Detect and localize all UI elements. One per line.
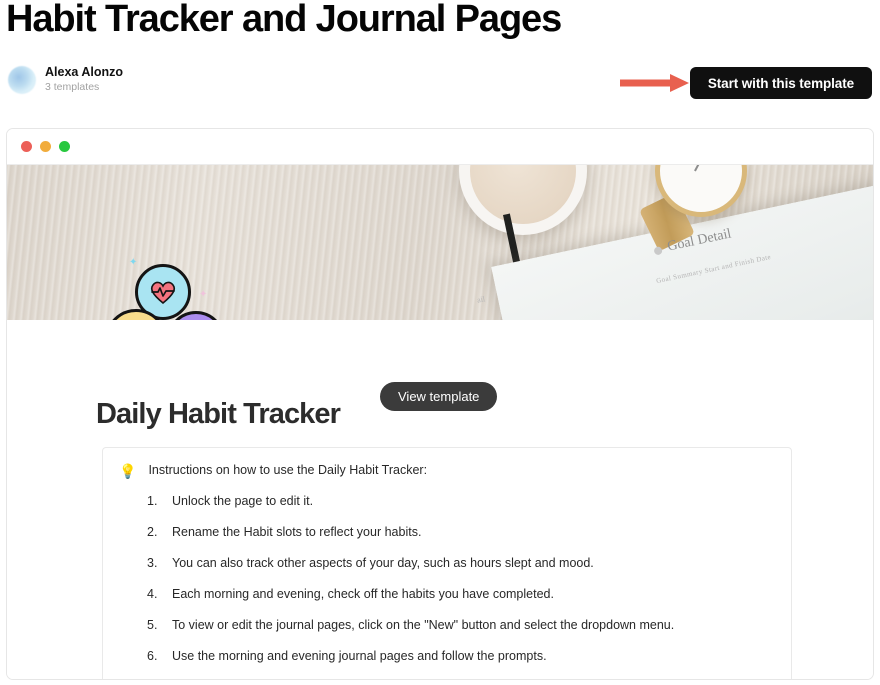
step-number: 2. [147, 524, 158, 539]
user-avatar [8, 66, 36, 94]
document-title: Daily Habit Tracker [96, 398, 341, 430]
author-meta: Alexa Alonzo 3 templates [45, 66, 123, 93]
step-text: Use the morning and evening journal page… [172, 648, 547, 663]
step-text: Rename the Habit slots to reflect your h… [172, 524, 422, 539]
author-template-count: 3 templates [45, 81, 100, 94]
list-item: 2. Rename the Habit slots to reflect you… [119, 525, 773, 539]
start-with-template-button[interactable]: Start with this template [689, 67, 872, 99]
view-template-button[interactable]: View template [380, 382, 498, 411]
instructions-callout: 💡 Instructions on how to use the Daily H… [102, 447, 792, 679]
template-document-body: View template Daily Habit Tracker 💡 Inst… [7, 320, 873, 679]
maximize-dot[interactable] [59, 141, 70, 152]
notebook-edge-text: ail [476, 294, 486, 305]
step-text: To view or edit the journal pages, click… [172, 617, 675, 632]
author-name: Alexa Alonzo [45, 65, 124, 80]
lightbulb-icon: 💡 [119, 463, 137, 479]
callout-header: 💡 Instructions on how to use the Daily H… [119, 463, 773, 480]
sparkle-decoration: ✦ [129, 257, 138, 268]
minimize-dot[interactable] [40, 141, 51, 152]
step-number: 3. [147, 555, 158, 570]
list-item: 5. To view or edit the journal pages, cl… [119, 618, 773, 632]
step-text: You can also track other aspects of your… [172, 555, 594, 570]
list-item: 1. Unlock the page to edit it. [119, 494, 773, 508]
red-arrow-pointer [620, 74, 689, 92]
hero-image: Goal Detail Goal Summary Start and Finis… [7, 165, 873, 320]
page-title: Habit Tracker and Journal Pages [6, 0, 562, 40]
step-number: 5. [147, 617, 158, 632]
callout-intro-text: Instructions on how to use the Daily Hab… [148, 463, 428, 477]
step-number: 4. [147, 586, 158, 601]
close-dot[interactable] [21, 141, 32, 152]
browser-titlebar [7, 129, 873, 165]
browser-preview-card: Goal Detail Goal Summary Start and Finis… [6, 128, 874, 680]
step-number: 1. [147, 493, 158, 508]
author-row[interactable]: Alexa Alonzo 3 templates [8, 66, 123, 94]
step-text: Each morning and evening, check off the … [172, 586, 554, 601]
step-number: 6. [147, 648, 158, 663]
list-item: 3. You can also track other aspects of y… [119, 556, 773, 570]
instruction-step-list: 1. Unlock the page to edit it. 2. Rename… [119, 494, 773, 679]
list-item: 4. Each morning and evening, check off t… [119, 587, 773, 601]
sparkle-decoration: ✦ [199, 289, 208, 300]
list-item: 6. Use the morning and evening journal p… [119, 649, 773, 663]
step-text: Unlock the page to edit it. [172, 493, 314, 508]
